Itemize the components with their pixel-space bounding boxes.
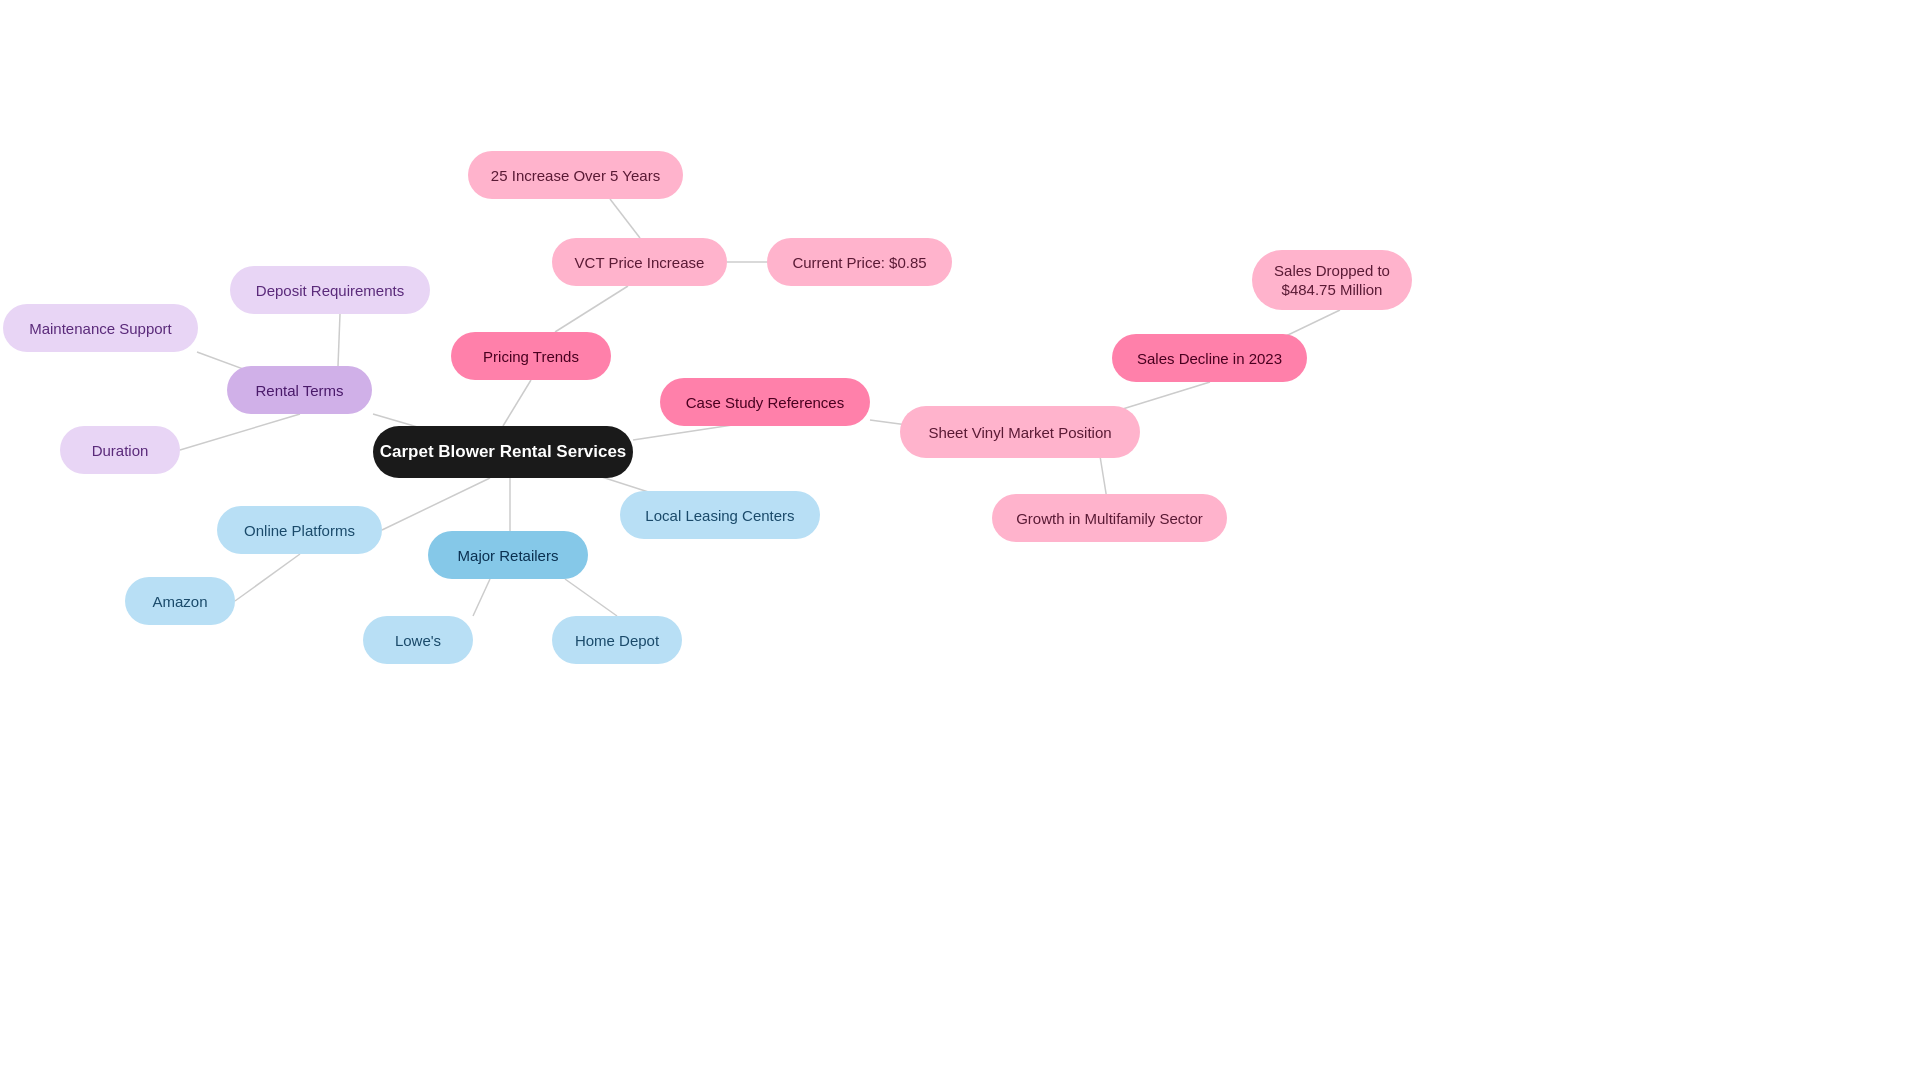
growth-multifamily-node[interactable]: Growth in Multifamily Sector	[992, 494, 1227, 542]
sales-dropped-node[interactable]: Sales Dropped to $484.75 Million	[1252, 250, 1412, 310]
pricing-trends-node[interactable]: Pricing Trends	[451, 332, 611, 380]
rental-terms-node[interactable]: Rental Terms	[227, 366, 372, 414]
lowes-node[interactable]: Lowe's	[363, 616, 473, 664]
rental-terms-label: Rental Terms	[255, 382, 343, 399]
major-retailers-label: Major Retailers	[458, 547, 559, 564]
local-leasing-node[interactable]: Local Leasing Centers	[620, 491, 820, 539]
svg-line-13	[382, 478, 490, 530]
sales-decline-node[interactable]: Sales Decline in 2023	[1112, 334, 1307, 382]
local-leasing-label: Local Leasing Centers	[645, 507, 794, 524]
svg-line-7	[180, 414, 300, 450]
center-node[interactable]: Carpet Blower Rental Services	[373, 426, 633, 478]
sales-dropped-label: Sales Dropped to $484.75 Million	[1274, 261, 1390, 300]
duration-node[interactable]: Duration	[60, 426, 180, 474]
vct-price-node[interactable]: VCT Price Increase	[552, 238, 727, 286]
svg-line-0	[503, 380, 531, 426]
svg-line-1	[555, 286, 628, 332]
sheet-vinyl-label: Sheet Vinyl Market Position	[928, 424, 1111, 441]
svg-line-17	[565, 579, 617, 616]
current-price-label: Current Price: $0.85	[792, 254, 926, 271]
increase-years-node[interactable]: 25 Increase Over 5 Years	[468, 151, 683, 199]
increase-years-label: 25 Increase Over 5 Years	[491, 167, 660, 184]
amazon-label: Amazon	[152, 593, 207, 610]
sheet-vinyl-node[interactable]: Sheet Vinyl Market Position	[900, 406, 1140, 458]
maintenance-label: Maintenance Support	[29, 320, 172, 337]
growth-multifamily-label: Growth in Multifamily Sector	[1016, 510, 1203, 527]
svg-line-2	[610, 199, 640, 238]
case-study-label: Case Study References	[686, 394, 844, 411]
major-retailers-node[interactable]: Major Retailers	[428, 531, 588, 579]
home-depot-node[interactable]: Home Depot	[552, 616, 682, 664]
vct-price-label: VCT Price Increase	[575, 254, 705, 271]
online-platforms-node[interactable]: Online Platforms	[217, 506, 382, 554]
home-depot-label: Home Depot	[575, 632, 659, 649]
svg-line-16	[473, 579, 490, 616]
svg-line-5	[338, 314, 340, 366]
svg-line-14	[235, 554, 300, 601]
case-study-node[interactable]: Case Study References	[660, 378, 870, 426]
pricing-trends-label: Pricing Trends	[483, 348, 579, 365]
lowes-label: Lowe's	[395, 632, 441, 649]
current-price-node[interactable]: Current Price: $0.85	[767, 238, 952, 286]
amazon-node[interactable]: Amazon	[125, 577, 235, 625]
online-platforms-label: Online Platforms	[244, 522, 355, 539]
deposit-req-label: Deposit Requirements	[256, 282, 404, 299]
sales-decline-label: Sales Decline in 2023	[1137, 350, 1282, 367]
maintenance-node[interactable]: Maintenance Support	[3, 304, 198, 352]
center-label: Carpet Blower Rental Services	[380, 442, 627, 462]
duration-label: Duration	[92, 442, 149, 459]
deposit-req-node[interactable]: Deposit Requirements	[230, 266, 430, 314]
